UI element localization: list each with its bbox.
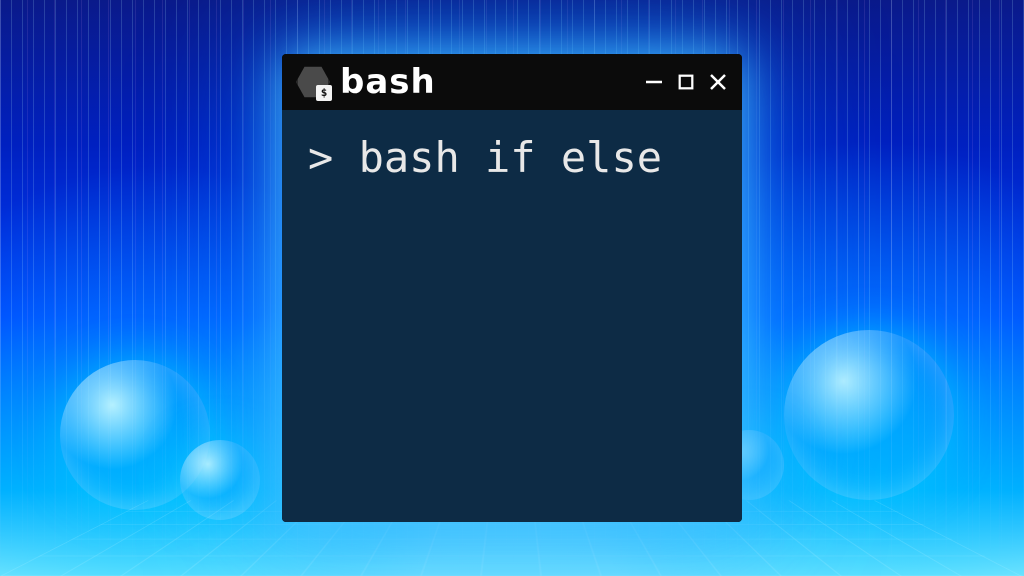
window-controls	[644, 72, 728, 92]
bg-orb	[784, 330, 954, 500]
close-button[interactable]	[708, 72, 728, 92]
window-title: bash	[340, 65, 436, 99]
bg-orb	[180, 440, 260, 520]
titlebar[interactable]: $ bash	[282, 54, 742, 110]
terminal-window: $ bash > bash if else	[282, 54, 742, 522]
prompt-symbol: >	[308, 133, 333, 182]
maximize-button[interactable]	[676, 72, 696, 92]
terminal-body[interactable]: > bash if else	[282, 110, 742, 522]
bash-icon: $	[296, 65, 330, 99]
minimize-button[interactable]	[644, 72, 664, 92]
command-text: bash if else	[359, 133, 662, 182]
